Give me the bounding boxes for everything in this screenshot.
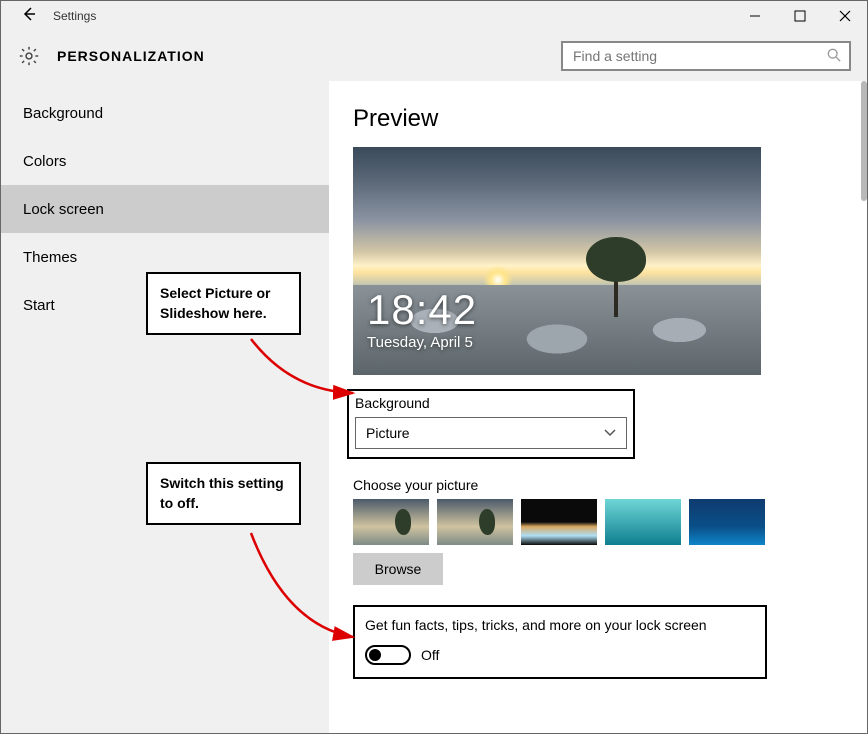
back-button[interactable] xyxy=(9,6,49,27)
window-controls xyxy=(732,1,867,31)
annotation-highlight-background: Background Picture xyxy=(347,389,635,459)
scrollbar-thumb[interactable] xyxy=(861,81,867,201)
sidebar: Background Colors Lock screen Themes Sta… xyxy=(1,81,329,733)
minimize-icon xyxy=(749,10,761,22)
close-icon xyxy=(839,10,851,22)
picture-thumbnails xyxy=(353,499,843,545)
preview-clock: 18:42 Tuesday, April 5 xyxy=(367,286,477,351)
title-bar: Settings xyxy=(1,1,867,31)
arrow-left-icon xyxy=(21,6,37,22)
funfacts-toggle-state: Off xyxy=(421,647,439,663)
background-dropdown[interactable]: Picture xyxy=(355,417,627,449)
chevron-down-icon xyxy=(604,426,616,440)
close-button[interactable] xyxy=(822,1,867,31)
maximize-button[interactable] xyxy=(777,1,822,31)
minimize-button[interactable] xyxy=(732,1,777,31)
annotation-highlight-funfacts: Get fun facts, tips, tricks, and more on… xyxy=(353,605,767,679)
toggle-knob xyxy=(369,649,381,661)
annotation-callout-1: Select Picture or Slideshow here. xyxy=(146,272,301,335)
sidebar-item-label: Themes xyxy=(23,249,77,266)
choose-picture-label: Choose your picture xyxy=(353,477,843,493)
maximize-icon xyxy=(794,10,806,22)
sidebar-item-lock-screen[interactable]: Lock screen xyxy=(1,185,329,233)
preview-date: Tuesday, April 5 xyxy=(367,334,477,351)
content-pane: Preview 18:42 Tuesday, April 5 Backgroun… xyxy=(329,81,867,733)
funfacts-label: Get fun facts, tips, tricks, and more on… xyxy=(365,617,755,633)
sidebar-item-label: Start xyxy=(23,297,55,314)
search-box[interactable] xyxy=(561,41,851,71)
sidebar-item-label: Colors xyxy=(23,153,66,170)
preview-time: 18:42 xyxy=(367,286,477,334)
gear-icon xyxy=(17,44,41,68)
sidebar-item-label: Lock screen xyxy=(23,201,104,218)
browse-button-label: Browse xyxy=(375,561,422,577)
browse-button[interactable]: Browse xyxy=(353,553,443,585)
picture-thumb-3[interactable] xyxy=(521,499,597,545)
sidebar-item-colors[interactable]: Colors xyxy=(1,137,329,185)
header: PERSONALIZATION xyxy=(1,31,867,81)
picture-thumb-4[interactable] xyxy=(605,499,681,545)
preview-heading: Preview xyxy=(353,105,843,133)
funfacts-toggle[interactable] xyxy=(365,645,411,665)
body: Background Colors Lock screen Themes Sta… xyxy=(1,81,867,733)
background-label: Background xyxy=(355,395,627,411)
picture-thumb-1[interactable] xyxy=(353,499,429,545)
sidebar-item-label: Background xyxy=(23,105,103,122)
background-dropdown-value: Picture xyxy=(366,425,410,441)
picture-thumb-2[interactable] xyxy=(437,499,513,545)
section-title: PERSONALIZATION xyxy=(57,48,205,64)
search-input[interactable] xyxy=(571,43,827,69)
picture-thumb-5[interactable] xyxy=(689,499,765,545)
sidebar-item-background[interactable]: Background xyxy=(1,89,329,137)
annotation-callout-2: Switch this setting to off. xyxy=(146,462,301,525)
lock-screen-preview: 18:42 Tuesday, April 5 xyxy=(353,147,761,375)
window-title: Settings xyxy=(53,9,96,23)
search-icon xyxy=(827,48,841,65)
